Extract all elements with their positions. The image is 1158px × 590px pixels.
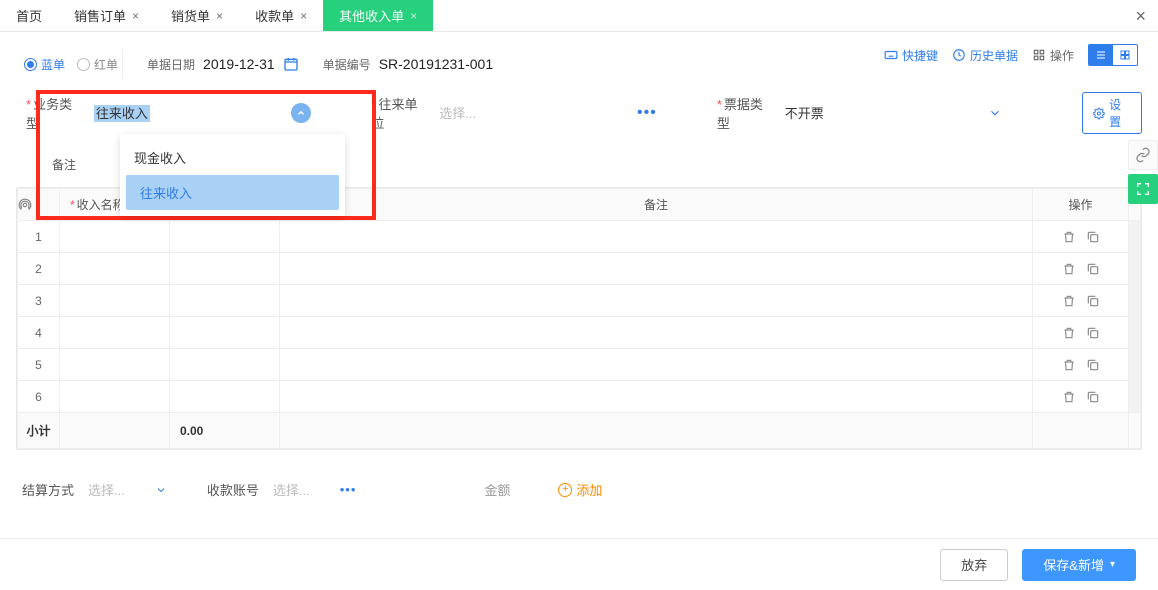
radio-red[interactable]: 红单 — [77, 56, 118, 73]
footer-bar: 放弃 保存&新增 ▾ — [0, 538, 1158, 590]
float-right-bar — [1128, 140, 1158, 204]
biz-type-select[interactable]: 往来收入 — [94, 98, 312, 128]
delete-icon[interactable] — [1062, 358, 1076, 372]
more-icon[interactable]: ••• — [637, 104, 657, 122]
plus-icon: + — [558, 483, 572, 497]
biz-type-dropdown: 现金收入 往来收入 — [120, 134, 345, 216]
table-row[interactable]: 3 — [18, 285, 1141, 317]
tab-receipt[interactable]: 收款单× — [239, 0, 323, 31]
copy-icon[interactable] — [1086, 230, 1100, 244]
col-note-header: 备注 — [280, 189, 1033, 221]
close-icon[interactable]: × — [300, 9, 307, 23]
party-field: *往来单位 选择... ••• — [371, 92, 656, 134]
delete-icon[interactable] — [1062, 390, 1076, 404]
save-new-button[interactable]: 保存&新增 ▾ — [1022, 549, 1136, 581]
bill-no: 单据编号 SR-20191231-001 — [323, 56, 493, 73]
table-row[interactable]: 4 — [18, 317, 1141, 349]
table-row[interactable]: 1 — [18, 221, 1141, 253]
view-grid-icon[interactable] — [1113, 45, 1137, 65]
view-list-icon[interactable] — [1089, 45, 1113, 65]
grid-body: 1 2 3 4 5 6 小计0.00 — [18, 221, 1141, 449]
col-index-header — [18, 189, 60, 221]
delete-icon[interactable] — [1062, 230, 1076, 244]
dropdown-option-cash[interactable]: 现金收入 — [120, 140, 345, 175]
settle-method-label: 结算方式 — [22, 480, 74, 499]
invoice-select[interactable]: 不开票 — [785, 98, 1003, 128]
party-select[interactable]: 选择... ••• — [439, 98, 657, 128]
biz-type-field: *业务类型 往来收入 — [26, 92, 311, 134]
settings-button[interactable]: 设置 — [1082, 92, 1142, 134]
bill-date-value[interactable]: 2019-12-31 — [203, 56, 275, 72]
invoice-type-field: *票据类型 不开票 — [717, 92, 1002, 134]
add-settlement-link[interactable]: + 添加 — [558, 480, 602, 499]
chevron-down-icon[interactable] — [155, 484, 167, 496]
bill-date: 单据日期 2019-12-31 — [147, 56, 299, 73]
discard-button[interactable]: 放弃 — [940, 549, 1008, 581]
settle-amount-label: 金额 — [484, 480, 510, 499]
table-row[interactable]: 2 — [18, 253, 1141, 285]
chevron-down-icon[interactable] — [988, 106, 1002, 120]
copy-icon[interactable] — [1086, 262, 1100, 276]
close-icon[interactable]: × — [132, 9, 139, 23]
copy-icon[interactable] — [1086, 358, 1100, 372]
more-icon[interactable]: ••• — [340, 482, 357, 497]
subtotal-row: 小计0.00 — [18, 413, 1141, 449]
chevron-up-icon[interactable] — [291, 103, 311, 123]
tabs-bar: 首页 销售订单× 销货单× 收款单× 其他收入单× × — [0, 0, 1158, 32]
bill-no-value: SR-20191231-001 — [379, 56, 493, 72]
income-grid: 收入名称 金额 备注 操作 1 2 3 4 5 6 小计0.00 — [16, 187, 1142, 450]
fullscreen-icon[interactable] — [1128, 174, 1158, 204]
bill-color-group: 蓝单 红单 — [16, 50, 123, 78]
tab-other-income[interactable]: 其他收入单× — [323, 0, 433, 31]
delete-icon[interactable] — [1062, 326, 1076, 340]
view-toggle — [1088, 44, 1138, 66]
table-row[interactable]: 6 — [18, 381, 1141, 413]
history-link[interactable]: 历史单据 — [952, 47, 1018, 64]
chevron-down-icon[interactable]: ▾ — [1110, 559, 1115, 570]
close-icon[interactable]: × — [410, 9, 417, 23]
copy-icon[interactable] — [1086, 326, 1100, 340]
shortcut-link[interactable]: 快捷键 — [884, 47, 938, 64]
close-all-icon[interactable]: × — [1135, 6, 1146, 27]
operate-link[interactable]: 操作 — [1032, 47, 1074, 64]
tab-sales-order[interactable]: 销售订单× — [58, 0, 155, 31]
dropdown-option-interco[interactable]: 往来收入 — [126, 175, 339, 210]
delete-icon[interactable] — [1062, 294, 1076, 308]
tab-delivery[interactable]: 销货单× — [155, 0, 239, 31]
settle-account-label: 收款账号 — [207, 480, 259, 499]
copy-icon[interactable] — [1086, 390, 1100, 404]
settle-method-select[interactable]: 选择... — [88, 480, 167, 499]
toolbar-right: 快捷键 历史单据 操作 — [884, 44, 1138, 66]
delete-icon[interactable] — [1062, 262, 1076, 276]
tab-home[interactable]: 首页 — [0, 0, 58, 31]
radio-blue[interactable]: 蓝单 — [24, 56, 65, 73]
attachment-icon[interactable] — [1128, 140, 1158, 170]
settle-account-select[interactable]: 选择... ••• — [273, 480, 357, 499]
copy-icon[interactable] — [1086, 294, 1100, 308]
settings-button-wrap: 设置 — [1082, 92, 1142, 134]
table-row[interactable]: 5 — [18, 349, 1141, 381]
calendar-icon[interactable] — [283, 56, 299, 72]
close-icon[interactable]: × — [216, 9, 223, 23]
col-op-header: 操作 — [1033, 189, 1129, 221]
settlement-row: 结算方式 选择... 收款账号 选择... ••• 金额 + 添加 — [16, 450, 1142, 499]
scrollbar[interactable] — [1129, 221, 1141, 413]
